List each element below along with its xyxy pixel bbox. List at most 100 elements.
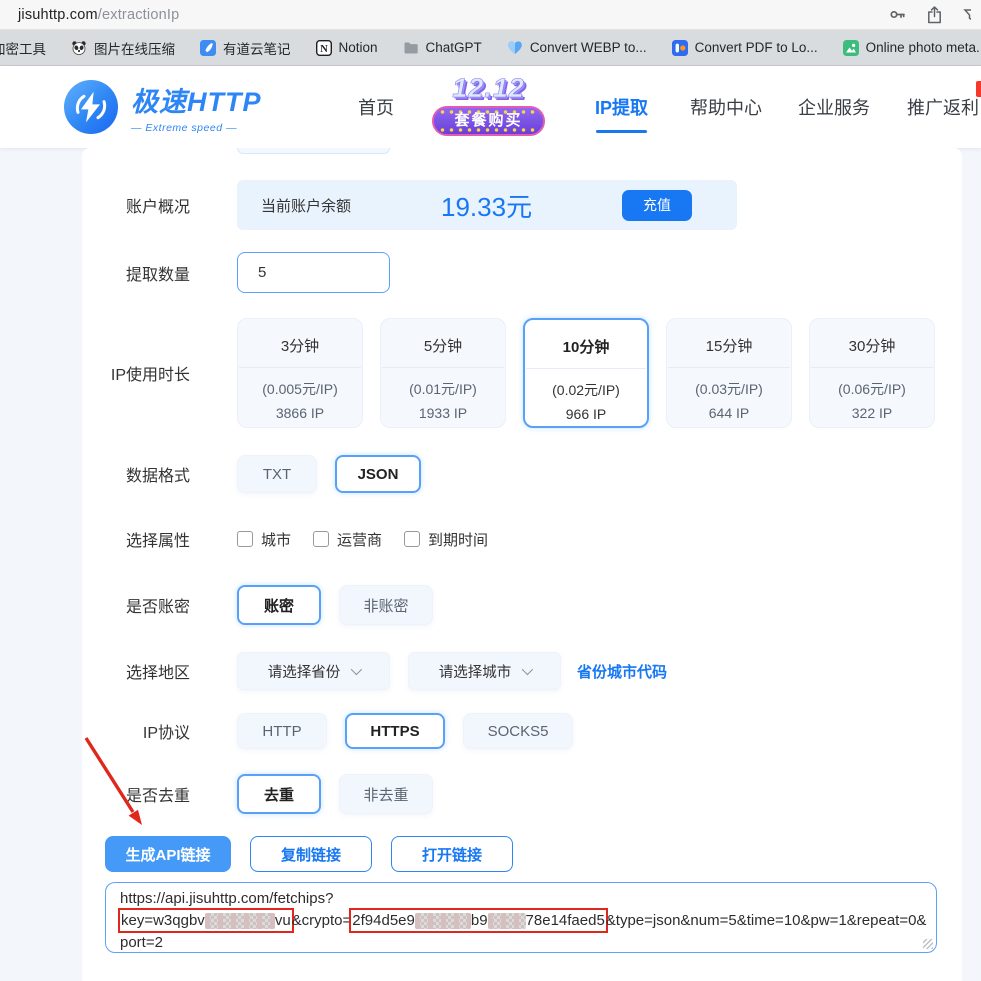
- bookmark-photo-meta[interactable]: Online photo meta...: [842, 39, 981, 56]
- bookmark-label: ChatGPT: [425, 40, 482, 55]
- duration-option-15min[interactable]: 15分钟 (0.03元/IP) 644 IP: [666, 318, 792, 428]
- dedupe-option-no[interactable]: 非去重: [339, 774, 433, 814]
- generate-api-link-button[interactable]: 生成API链接: [105, 836, 231, 872]
- protocol-option-https-selected[interactable]: HTTPS: [345, 713, 445, 749]
- green-photo-icon: [842, 39, 859, 56]
- dedupe-label: 是否去重: [125, 788, 190, 805]
- duration-option-5min[interactable]: 5分钟 (0.01元/IP) 1933 IP: [380, 318, 506, 428]
- bookmark-label: Notion: [338, 40, 378, 55]
- redacted-crypto-highlight-box: 2f94d5e9 b9 78e14faed5: [352, 912, 605, 929]
- action-buttons: 生成API链接 复制链接 打开链接: [105, 836, 513, 872]
- attrs-label: 选择属性: [125, 533, 190, 550]
- scrolled-cutoff-field: [237, 148, 390, 154]
- svg-text:N: N: [320, 43, 328, 54]
- folder-icon: [403, 40, 419, 56]
- share-icon[interactable]: [927, 5, 942, 24]
- notion-n-icon: N: [315, 39, 332, 56]
- pixelated-redaction: [487, 913, 526, 929]
- dedupe-options: 去重 非去重: [237, 774, 433, 814]
- recharge-button[interactable]: 充值: [622, 189, 692, 221]
- page-url: jisuhttp.com/extractionIp: [18, 7, 179, 23]
- province-city-code-link[interactable]: 省份城市代码: [577, 661, 667, 682]
- extraction-form-card: 账户概况 当前账户余额 19.33元 充值 提取数量 5 IP使用时长 3分钟 …: [82, 148, 962, 981]
- bookmark-chatgpt[interactable]: ChatGPT: [403, 40, 482, 56]
- quantity-label: 提取数量: [125, 266, 190, 284]
- panda-icon: [71, 40, 87, 56]
- province-select[interactable]: 请选择省份: [237, 652, 390, 690]
- bookmark-convert-webp[interactable]: Convert WEBP to...: [507, 40, 647, 56]
- lightning-logo-icon: [64, 80, 118, 134]
- url-domain: jisuhttp.com: [18, 6, 98, 23]
- auth-option-credentials-selected[interactable]: 账密: [237, 585, 321, 625]
- bookmark-label: 加密工具: [0, 41, 46, 57]
- bookmark-image-compress[interactable]: 图片在线压缩: [71, 38, 175, 58]
- nav-item-ip-extract[interactable]: IP提取: [595, 94, 648, 133]
- format-label: 数据格式: [125, 468, 190, 485]
- url-path: /extractionIp: [97, 6, 180, 23]
- checkbox-box[interactable]: [313, 531, 330, 547]
- nav-item-referral[interactable]: 推广返利: [907, 81, 981, 120]
- duration-options: 3分钟 (0.005元/IP) 3866 IP 5分钟 (0.01元/IP) 1…: [237, 318, 935, 428]
- open-link-button[interactable]: 打开链接: [391, 836, 513, 872]
- bookmark-label: Convert WEBP to...: [529, 40, 647, 55]
- duration-label: IP使用时长: [110, 367, 190, 384]
- attrs-options: 城市 运营商 到期时间: [237, 529, 488, 550]
- api-url-textarea[interactable]: https://api.jisuhttp.com/fetchips? key=w…: [105, 882, 937, 953]
- checkbox-city[interactable]: 城市: [237, 529, 291, 550]
- logo-title: 极速HTTP: [131, 87, 262, 117]
- auth-label: 是否账密: [125, 599, 190, 616]
- auth-option-no-credentials[interactable]: 非账密: [339, 585, 433, 625]
- chevron-down-icon: [351, 663, 363, 676]
- browser-address-bar[interactable]: jisuhttp.com/extractionIp: [0, 0, 981, 30]
- promo-pill: 套餐购买: [432, 106, 545, 136]
- youdao-pen-icon: [200, 39, 216, 56]
- bookmark-notion[interactable]: N Notion: [315, 39, 378, 56]
- logo-text-block: 极速HTTP — Extreme speed —: [131, 80, 262, 134]
- promo-date: 12.12: [452, 73, 525, 104]
- clipped-toolbar-icon[interactable]: [963, 7, 971, 23]
- key-icon[interactable]: [889, 6, 906, 23]
- nav-item-home[interactable]: 首页: [358, 94, 394, 120]
- bookmark-encrypt-tool[interactable]: 加密工具: [0, 38, 46, 58]
- protocol-label: IP协议: [142, 725, 190, 742]
- dedupe-option-yes-selected[interactable]: 去重: [237, 774, 321, 814]
- copy-link-button[interactable]: 复制链接: [250, 836, 372, 872]
- duration-option-3min[interactable]: 3分钟 (0.005元/IP) 3866 IP: [237, 318, 363, 428]
- auth-options: 账密 非账密: [237, 585, 433, 625]
- nav-referral-label: 推广返利: [907, 98, 979, 118]
- main-area: 账户概况 当前账户余额 19.33元 充值 提取数量 5 IP使用时长 3分钟 …: [0, 148, 981, 981]
- chevron-down-icon: [522, 663, 534, 676]
- protocol-options: HTTP HTTPS SOCKS5: [237, 713, 573, 749]
- page: { "colors": { "accent": "#1878f3", "anno…: [0, 0, 981, 981]
- protocol-option-socks5[interactable]: SOCKS5: [463, 713, 573, 749]
- checkbox-box[interactable]: [237, 531, 253, 547]
- quantity-input[interactable]: 5: [237, 252, 390, 293]
- bookmark-label: Convert PDF to Lo...: [694, 40, 818, 55]
- promo-badge-1212[interactable]: 12.12 套餐购买: [432, 73, 545, 136]
- pixelated-redaction: [204, 913, 275, 929]
- site-logo[interactable]: 极速HTTP — Extreme speed —: [64, 80, 262, 134]
- nav-item-help-center[interactable]: 帮助中心: [690, 94, 762, 120]
- format-options: TXT JSON: [237, 455, 421, 493]
- format-option-json-selected[interactable]: JSON: [335, 455, 421, 493]
- checkbox-carrier[interactable]: 运营商: [313, 529, 382, 550]
- checkbox-box[interactable]: [404, 531, 421, 547]
- account-balance-box: 当前账户余额 19.33元 充值: [237, 180, 737, 230]
- balance-label: 当前账户余额: [261, 197, 352, 215]
- bookmark-youdao-note[interactable]: 有道云笔记: [200, 38, 291, 58]
- balance-value: 19.33元: [441, 191, 533, 222]
- region-label: 选择地区: [125, 665, 190, 682]
- duration-option-30min[interactable]: 30分钟 (0.06元/IP) 322 IP: [809, 318, 935, 428]
- site-header: 极速HTTP — Extreme speed — 首页 12.12 套餐购买 I…: [0, 66, 981, 148]
- bookmark-convert-pdf[interactable]: Convert PDF to Lo...: [671, 39, 818, 56]
- pdf-converter-icon: [671, 39, 688, 56]
- redacted-key-highlight-box: key=w3qgbv vu: [121, 912, 291, 929]
- api-url-line1: https://api.jisuhttp.com/fetchips?: [120, 890, 334, 907]
- duration-option-10min-selected[interactable]: 10分钟 (0.02元/IP) 966 IP: [523, 318, 649, 428]
- protocol-option-http[interactable]: HTTP: [237, 713, 327, 749]
- nav-item-enterprise[interactable]: 企业服务: [798, 94, 870, 120]
- bookmarks-bar: 加密工具 图片在线压缩 有道云笔记 N Notion ChatGPT Conve…: [0, 30, 981, 66]
- city-select[interactable]: 请选择城市: [408, 652, 561, 690]
- checkbox-expire-time[interactable]: 到期时间: [404, 529, 488, 550]
- format-option-txt[interactable]: TXT: [237, 455, 317, 493]
